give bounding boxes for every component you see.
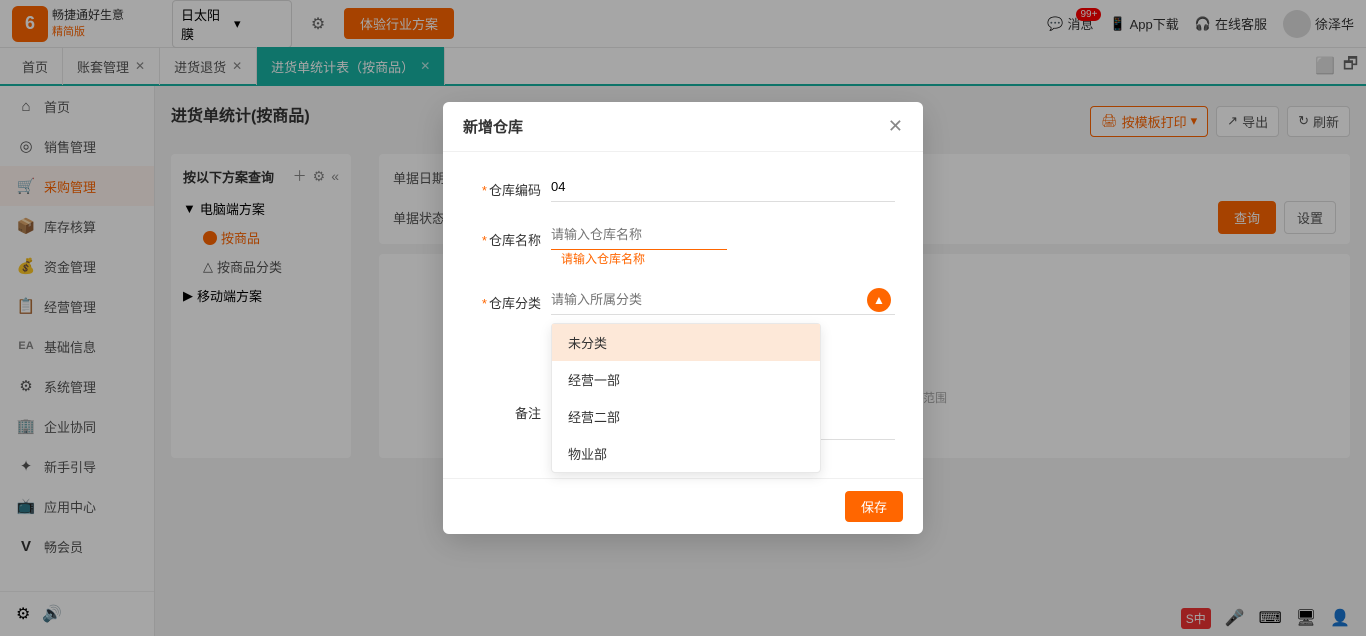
dropdown-item-dept3[interactable]: 物业部 [552, 435, 820, 472]
dropdown-item-dept1[interactable]: 经营一部 [552, 361, 820, 398]
code-label: 仓库编码 [471, 172, 551, 199]
dropdown-item-uncategorized[interactable]: 未分类 [552, 324, 820, 361]
code-input[interactable] [551, 172, 895, 202]
dialog-footer: 保存 [443, 478, 923, 534]
name-error-wrap: 请输入仓库名称 [471, 250, 645, 267]
form-name-inner: 仓库名称 [471, 220, 727, 250]
dialog-header: 新增仓库 ✕ [443, 102, 923, 152]
remark-label: 备注 [471, 395, 551, 422]
category-dropdown: 未分类 经营一部 经营二部 物业部 [551, 323, 821, 473]
dropdown-item-dept2[interactable]: 经营二部 [552, 398, 820, 435]
category-input[interactable] [551, 285, 895, 315]
category-label: 仓库分类 [471, 285, 551, 312]
dialog-title: 新增仓库 [463, 116, 523, 137]
add-warehouse-dialog: 新增仓库 ✕ 仓库编码 仓库名称 请输入仓库名称 仓库分类 [443, 102, 923, 534]
form-row-category: 仓库分类 ▲ 未分类 经营一部 经营二部 物业部 [471, 285, 895, 315]
modal-overlay[interactable]: 新增仓库 ✕ 仓库编码 仓库名称 请输入仓库名称 仓库分类 [0, 0, 1366, 636]
category-arrow-btn[interactable]: ▲ [867, 288, 891, 312]
category-input-wrap: ▲ [551, 285, 895, 315]
form-row-name: 仓库名称 请输入仓库名称 [471, 220, 895, 267]
dialog-close-btn[interactable]: ✕ [888, 116, 903, 137]
name-error-msg: 请输入仓库名称 [561, 250, 645, 267]
name-input[interactable] [551, 220, 727, 250]
dialog-body: 仓库编码 仓库名称 请输入仓库名称 仓库分类 ▲ [443, 152, 923, 478]
save-button[interactable]: 保存 [845, 491, 903, 522]
name-label: 仓库名称 [471, 222, 551, 249]
form-row-code: 仓库编码 [471, 172, 895, 202]
